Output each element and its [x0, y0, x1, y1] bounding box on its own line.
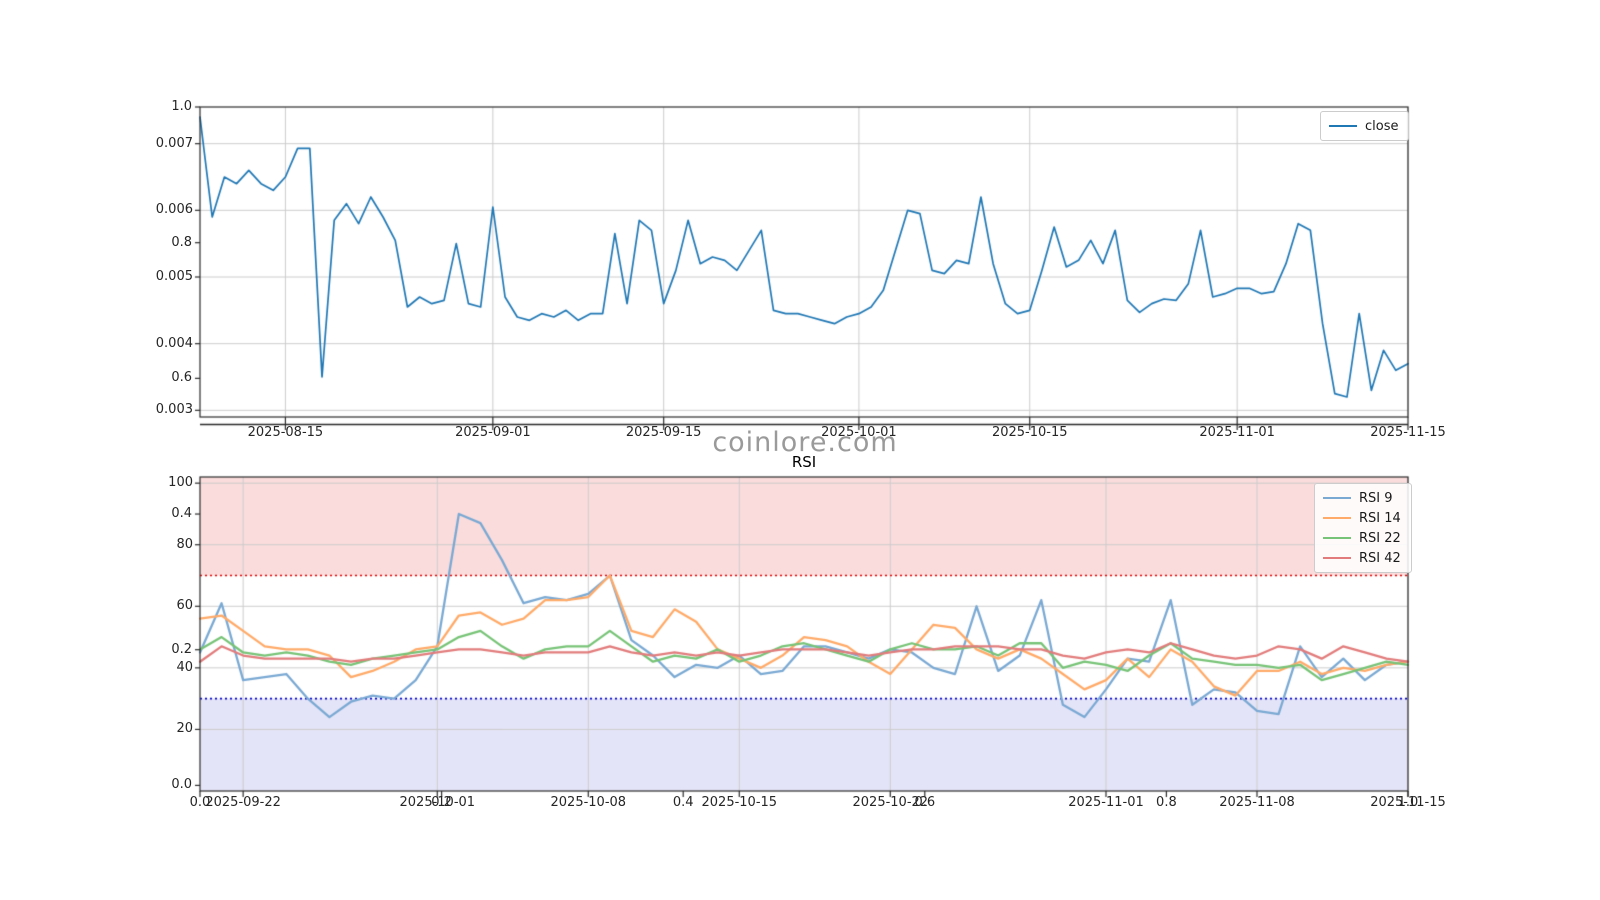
- figure-x-tick-label: 1.0: [1397, 795, 1419, 810]
- rsi-y-tick-label: 100: [168, 475, 193, 491]
- rsi-x-tick-label: 2025-11-01: [1068, 795, 1144, 810]
- legend-line-swatch: [1329, 125, 1357, 127]
- rsi-y-tick-label: 60: [176, 598, 193, 614]
- legend-label: RSI 9: [1359, 490, 1393, 506]
- legend-item-close: close: [1329, 116, 1398, 136]
- legend-label: RSI 22: [1359, 530, 1401, 546]
- rsi-x-tick-label: 2025-11-08: [1219, 795, 1295, 810]
- rsi-x-tick-label: 2025-10-15: [701, 795, 778, 810]
- legend-line-swatch: [1323, 497, 1351, 499]
- price-y-tick-label: 0.004: [155, 335, 193, 351]
- figure-x-tick-label: 0.4: [672, 795, 694, 810]
- legend-item-rsi-9: RSI 9: [1323, 488, 1401, 508]
- price-x-tick-label: 2025-10-15: [991, 425, 1068, 440]
- price-x-tick-label: 2025-11-01: [1199, 425, 1275, 440]
- figure-y-tick-label: 0.6: [171, 370, 192, 386]
- legend-label: RSI 42: [1359, 550, 1401, 566]
- legend-item-rsi-14: RSI 14: [1323, 508, 1401, 528]
- rsi-x-tick-label: 2025-09-22: [205, 795, 281, 810]
- figure: 0.007 0.006 0.005 0.004 0.003 100 80 60 40 20 1.0 0…: [0, 0, 1600, 900]
- figure-y-tick-label: 0.4: [171, 506, 192, 522]
- rsi-y-tick-label: 80: [176, 536, 193, 552]
- legend-item-rsi-42: RSI 42: [1323, 548, 1401, 568]
- legend-line-swatch: [1323, 517, 1351, 519]
- rsi-x-tick-label: 2025-10-08: [550, 795, 627, 810]
- figure-x-tick-label: 0.0: [189, 795, 211, 810]
- price-x-tick-label: 2025-08-15: [247, 425, 324, 440]
- figure-y-tick-label: 0.2: [171, 641, 192, 657]
- legend-line-swatch: [1323, 557, 1351, 559]
- rsi-chart-legend: RSI 9 RSI 14 RSI 22 RSI 42: [1314, 483, 1412, 573]
- figure-y-tick-label: 0.0: [171, 777, 192, 793]
- legend-label: RSI 14: [1359, 510, 1401, 526]
- legend-line-swatch: [1323, 537, 1351, 539]
- rsi-y-tick-label: 20: [176, 721, 193, 737]
- price-y-tick-label: 0.006: [155, 202, 193, 218]
- figure-x-tick-label: 0.6: [914, 795, 936, 810]
- figure-x-tick-label: 0.2: [431, 795, 452, 810]
- legend-item-rsi-22: RSI 22: [1323, 528, 1401, 548]
- figure-x-tick-label: 0.8: [1156, 795, 1177, 810]
- figure-y-tick-label: 1.0: [171, 99, 192, 114]
- price-y-tick-label: 0.003: [155, 402, 193, 418]
- figure-y-tick-label: 0.8: [171, 234, 192, 250]
- price-chart-legend: close: [1320, 111, 1410, 141]
- price-y-tick-label: 0.007: [155, 135, 193, 151]
- rsi-chart-title: RSI: [791, 453, 817, 471]
- price-y-tick-label: 0.005: [155, 269, 193, 284]
- rsi-y-tick-label: 40: [176, 659, 193, 675]
- price-x-tick-label: 2025-09-01: [455, 425, 531, 440]
- legend-label: close: [1365, 118, 1399, 134]
- price-x-tick-label: 2025-11-15: [1370, 425, 1446, 440]
